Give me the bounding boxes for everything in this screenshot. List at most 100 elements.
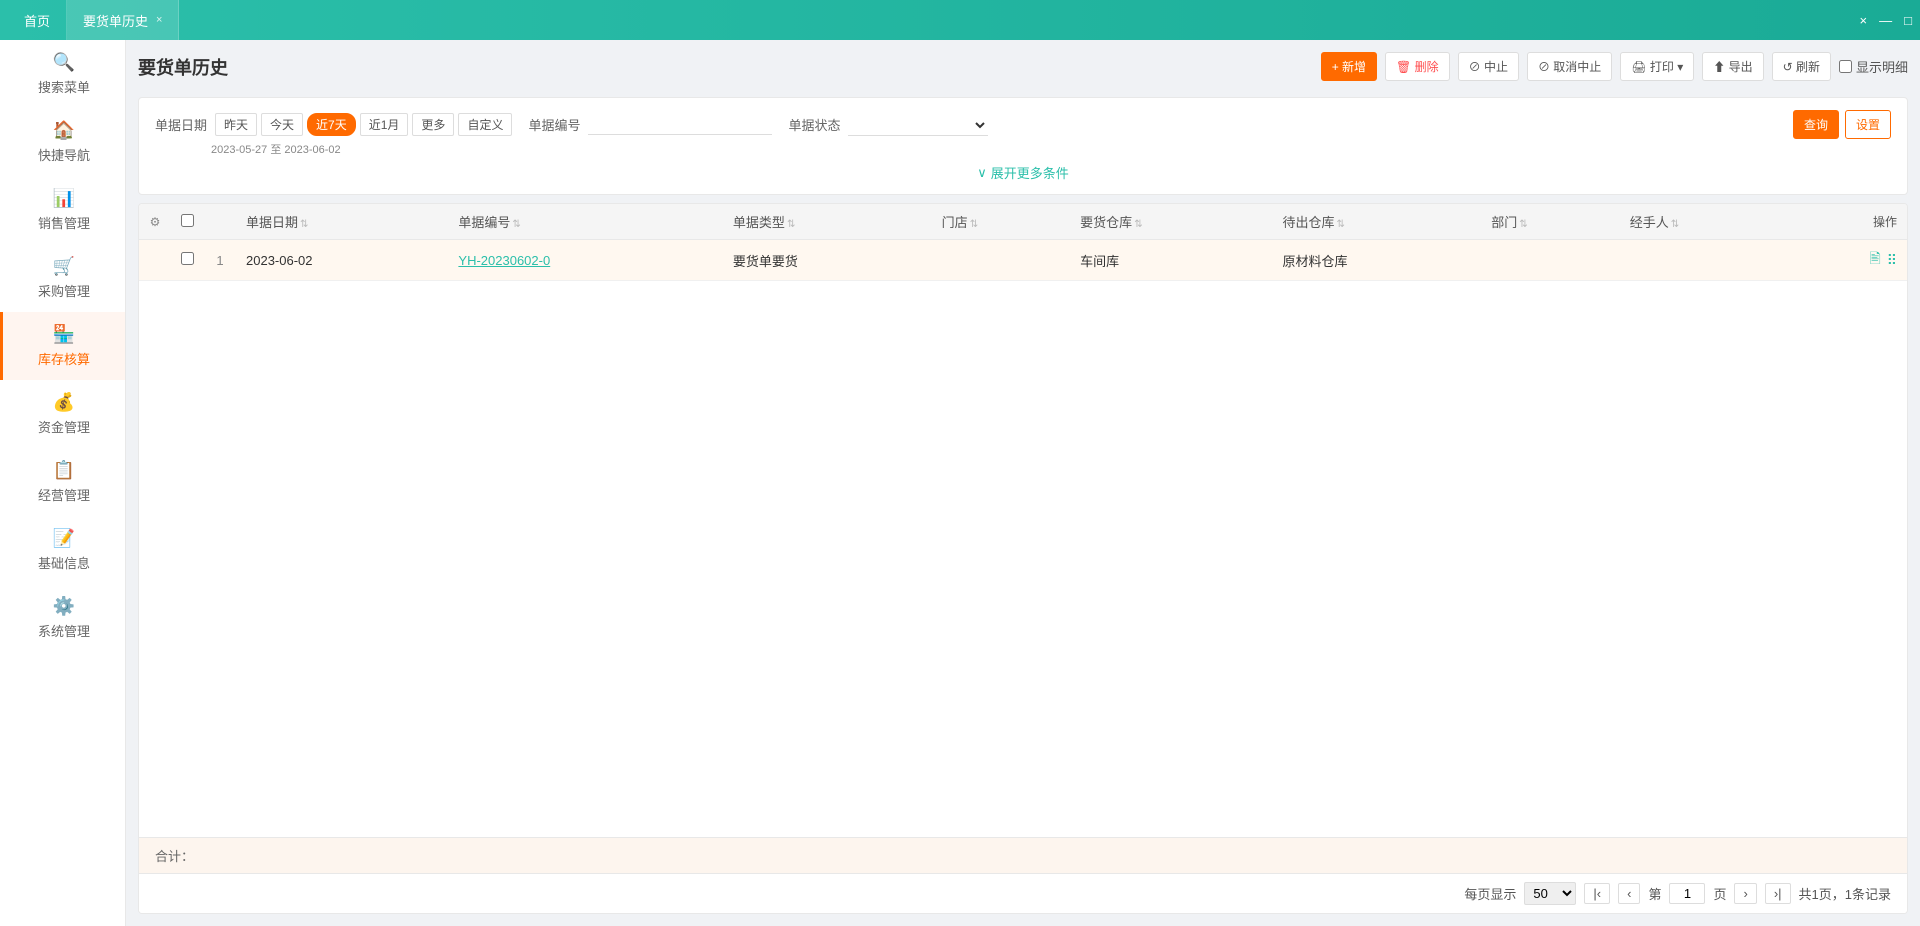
date-btn-custom[interactable]: 自定义 (458, 113, 512, 136)
docnum-sort-icon[interactable]: ⇅ (512, 219, 520, 230)
stop-button[interactable]: ⊘ 中止 (1458, 52, 1519, 81)
top-bar: 首页 要货单历史 × × — □ (0, 0, 1920, 40)
prev-page-btn[interactable]: ‹ (1618, 883, 1640, 904)
row-view-icon[interactable]: 🖹 (1869, 248, 1880, 272)
row-checkbox[interactable] (181, 252, 194, 265)
row-num: 1 (216, 253, 223, 268)
date-btn-today[interactable]: 今天 (261, 113, 303, 136)
tab-requisition-history-label: 要货单历史 (83, 11, 148, 30)
date-sort-icon[interactable]: ⇅ (300, 219, 308, 230)
select-all-checkbox[interactable] (181, 214, 194, 227)
row-pendingwarehouse: 原材料仓库 (1283, 254, 1348, 269)
window-min-btn[interactable]: — (1879, 13, 1892, 28)
next-page-btn[interactable]: › (1734, 883, 1756, 904)
pendingwarehouse-col-header: 待出仓库⇅ (1273, 204, 1482, 240)
operation-col-header: 操作 (1790, 204, 1907, 240)
table-scroll: ⚙ 单据日期⇅ 单据编号⇅ 单 (139, 204, 1907, 837)
row-operation-cell: 🖹 ⠿ (1790, 240, 1907, 281)
tab-requisition-history[interactable]: 要货单历史 × (67, 0, 179, 40)
row-docnum-link[interactable]: YH-20230602-0 (458, 253, 550, 268)
store-col-header: 门店⇅ (932, 204, 1071, 240)
display-detail-text: 显示明细 (1856, 57, 1908, 76)
sidebar-item-operations-label: 经营管理 (38, 485, 90, 504)
date-range-text: 2023-05-27 至 2023-06-02 (211, 144, 341, 156)
delete-button[interactable]: 🗑 删除 (1385, 52, 1450, 81)
sidebar-item-baseinfo[interactable]: 📝 基础信息 (0, 516, 125, 584)
sidebar-item-search[interactable]: 🔍 搜索菜单 (0, 40, 125, 108)
content-area: 要货单历史 + 新增 🗑 删除 ⊘ 中止 ⊘ 取消中止 🖨 打印 ▾ ⬆ 导出 … (126, 40, 1920, 926)
docnumber-input[interactable] (588, 115, 772, 135)
expand-more-label: 展开更多条件 (991, 163, 1069, 182)
operations-icon: 📋 (53, 460, 75, 481)
row-handler-cell (1620, 240, 1790, 281)
cancel-stop-button[interactable]: ⊘ 取消中止 (1527, 52, 1612, 81)
date-btn-last1month[interactable]: 近1月 (360, 113, 409, 136)
checkbox-col-header (171, 204, 204, 240)
filter-area: 单据日期 昨天 今天 近7天 近1月 更多 自定义 单据编号 (138, 97, 1908, 195)
system-icon: ⚙️ (53, 596, 75, 617)
tab-home-label: 首页 (24, 11, 50, 30)
per-page-select[interactable]: 50 100 200 (1524, 882, 1576, 905)
sidebar-item-finance-label: 资金管理 (38, 417, 90, 436)
pendingwarehouse-sort-icon[interactable]: ⇅ (1337, 219, 1345, 230)
filter-row: 单据日期 昨天 今天 近7天 近1月 更多 自定义 单据编号 (155, 110, 1891, 139)
handler-col-header: 经手人⇅ (1620, 204, 1790, 240)
search-menu-icon: 🔍 (53, 52, 75, 73)
sales-icon: 📊 (53, 188, 75, 209)
handler-sort-icon[interactable]: ⇅ (1671, 219, 1679, 230)
window-max-btn[interactable]: □ (1904, 13, 1912, 28)
date-filter-label: 单据日期 (155, 115, 207, 134)
row-reqwarehouse: 车间库 (1080, 254, 1119, 269)
tab-home[interactable]: 首页 (8, 0, 67, 40)
expand-more-btn[interactable]: ∨ 展开更多条件 (155, 163, 1891, 182)
gear-col-header[interactable]: ⚙ (139, 204, 171, 240)
sidebar-item-sales[interactable]: 📊 销售管理 (0, 176, 125, 244)
row-dept-cell (1481, 240, 1620, 281)
reqwarehouse-sort-icon[interactable]: ⇅ (1134, 219, 1142, 230)
reqwarehouse-col-header: 要货仓库⇅ (1070, 204, 1272, 240)
sidebar-item-quicknav[interactable]: 🏠 快捷导航 (0, 108, 125, 176)
first-page-btn[interactable]: |‹ (1584, 883, 1610, 904)
main-layout: 🔍 搜索菜单 🏠 快捷导航 📊 销售管理 🛒 采购管理 🏪 库存核算 💰 资金管… (0, 40, 1920, 926)
doctype-col-header: 单据类型⇅ (723, 204, 932, 240)
sidebar-item-system[interactable]: ⚙️ 系统管理 (0, 584, 125, 652)
chevron-down-icon: ∨ (977, 165, 987, 181)
title-row: 要货单历史 + 新增 🗑 删除 ⊘ 中止 ⊘ 取消中止 🖨 打印 ▾ ⬆ 导出 … (138, 52, 1908, 85)
dept-sort-icon[interactable]: ⇅ (1519, 219, 1527, 230)
row-checkbox-cell (171, 240, 204, 281)
row-action-icons: 🖹 ⠿ (1800, 248, 1897, 272)
close-tab-icon[interactable]: × (156, 14, 162, 26)
row-gear-cell (139, 240, 171, 281)
doctype-sort-icon[interactable]: ⇅ (787, 219, 795, 230)
last-page-btn[interactable]: ›| (1765, 883, 1791, 904)
settings-button[interactable]: 设置 (1845, 110, 1891, 139)
finance-icon: 💰 (53, 392, 75, 413)
row-docnum-cell: YH-20230602-0 (448, 240, 723, 281)
row-num-cell: 1 (204, 240, 236, 281)
docnumber-label: 单据编号 (528, 115, 580, 134)
status-label: 单据状态 (788, 115, 840, 134)
display-detail-checkbox[interactable] (1839, 60, 1852, 73)
export-button[interactable]: ⬆ 导出 (1702, 52, 1763, 81)
query-button[interactable]: 查询 (1793, 110, 1839, 139)
sidebar-item-operations[interactable]: 📋 经营管理 (0, 448, 125, 516)
sidebar-item-inventory[interactable]: 🏪 库存核算 (0, 312, 125, 380)
row-edit-icon[interactable]: ⠿ (1887, 252, 1897, 269)
refresh-button[interactable]: ↺ 刷新 (1772, 52, 1831, 81)
page-input[interactable] (1669, 883, 1705, 904)
date-btn-more[interactable]: 更多 (412, 113, 454, 136)
total-label: 合计： (155, 849, 194, 864)
date-btn-yesterday[interactable]: 昨天 (215, 113, 257, 136)
sidebar-item-purchase[interactable]: 🛒 采购管理 (0, 244, 125, 312)
department-col-header: 部门⇅ (1481, 204, 1620, 240)
docnumber-filter: 单据编号 (528, 115, 772, 135)
status-select[interactable] (848, 114, 988, 136)
store-sort-icon[interactable]: ⇅ (970, 219, 978, 230)
new-button[interactable]: + 新增 (1321, 52, 1377, 81)
row-store-cell (932, 240, 1071, 281)
print-button[interactable]: 🖨 打印 ▾ (1620, 52, 1694, 81)
date-btn-last7[interactable]: 近7天 (307, 113, 356, 136)
home-icon: 🏠 (53, 120, 75, 141)
window-close-btn[interactable]: × (1860, 13, 1868, 28)
sidebar-item-finance[interactable]: 💰 资金管理 (0, 380, 125, 448)
